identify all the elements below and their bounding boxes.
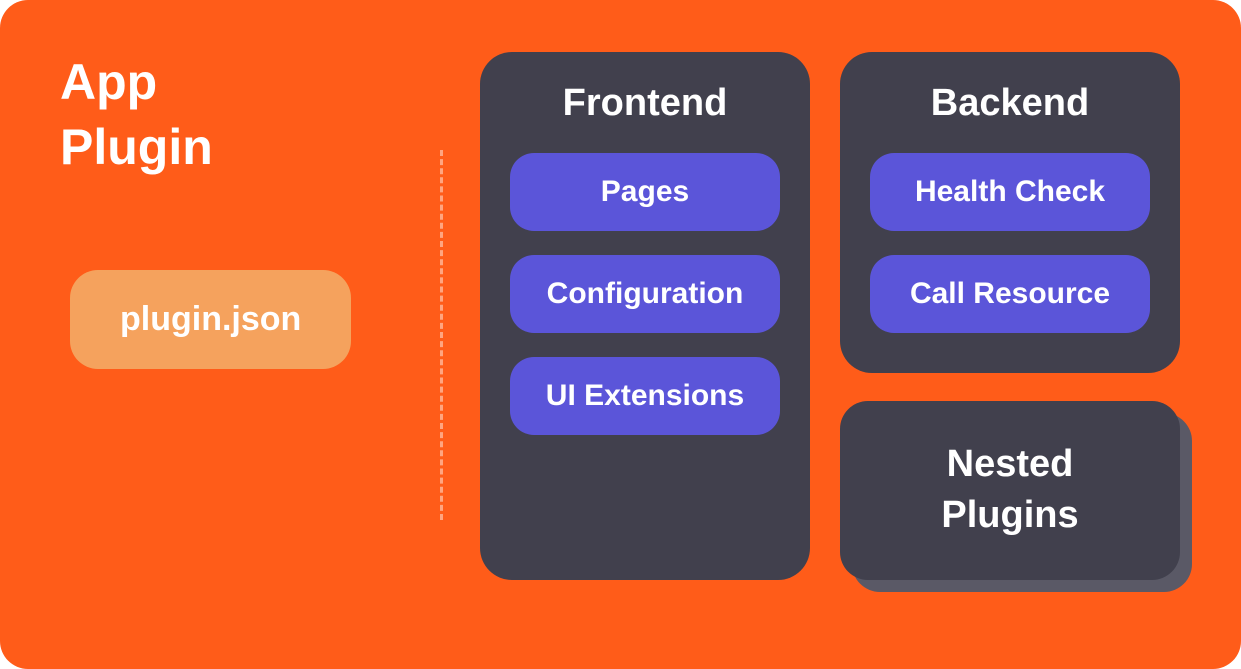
backend-item-call-resource: Call Resource	[870, 255, 1150, 333]
backend-item-health-check: Health Check	[870, 153, 1150, 231]
app-plugin-diagram: App Plugin plugin.json Frontend Pages Co…	[0, 0, 1241, 669]
backend-card: Backend Health Check Call Resource	[840, 52, 1180, 373]
frontend-item-configuration: Configuration	[510, 255, 780, 333]
title-line-2: Plugin	[60, 119, 213, 175]
backend-title: Backend	[870, 82, 1150, 125]
nested-line-1: Nested	[947, 443, 1074, 485]
nested-line-2: Plugins	[941, 494, 1078, 536]
nested-plugins-wrapper: Nested Plugins	[840, 401, 1180, 580]
nested-plugins-card: Nested Plugins	[840, 401, 1180, 580]
plugin-json-badge: plugin.json	[70, 270, 351, 369]
frontend-item-pages: Pages	[510, 153, 780, 231]
frontend-card: Frontend Pages Configuration UI Extensio…	[480, 52, 810, 580]
left-section: App Plugin plugin.json	[0, 0, 420, 669]
title-line-1: App	[60, 54, 157, 110]
frontend-item-ui-extensions: UI Extensions	[510, 357, 780, 435]
nested-plugins-title: Nested Plugins	[880, 439, 1140, 542]
right-column: Backend Health Check Call Resource Neste…	[840, 52, 1180, 580]
diagram-title: App Plugin	[60, 50, 420, 180]
right-section: Frontend Pages Configuration UI Extensio…	[420, 0, 1241, 580]
frontend-title: Frontend	[510, 82, 780, 125]
vertical-divider	[440, 150, 443, 520]
